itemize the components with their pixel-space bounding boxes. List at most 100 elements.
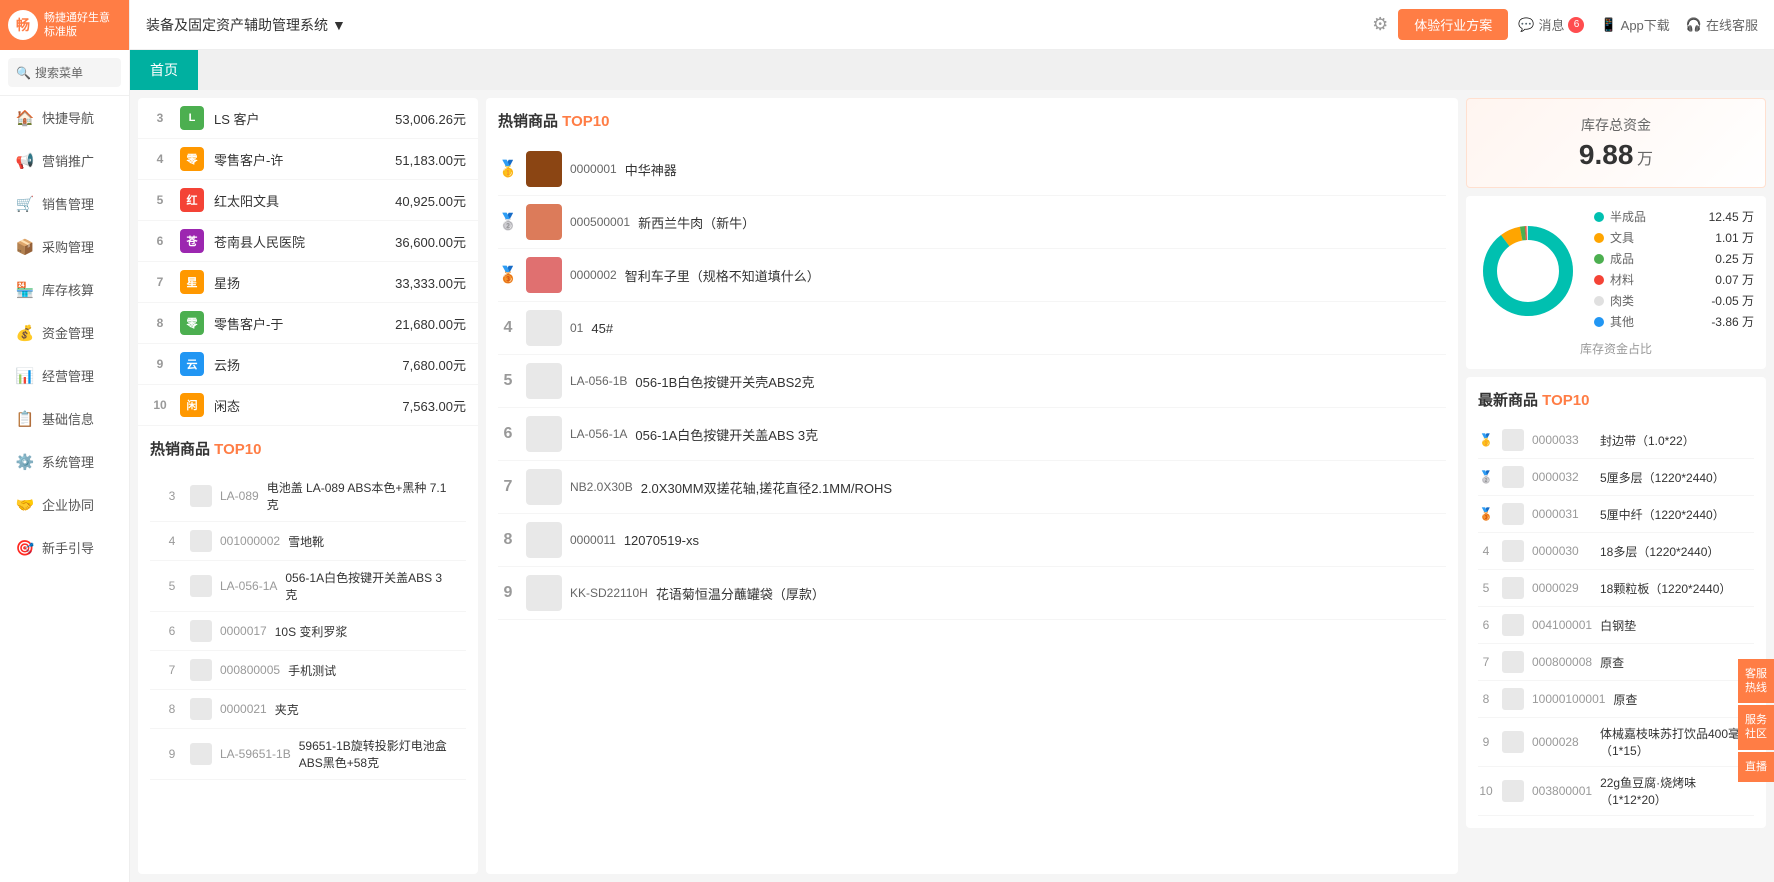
hot-products-list: 🥇 0000001 中华神器 🥈 000500001 新西兰牛肉（新牛） 🥉 0… <box>498 143 1446 620</box>
rank-amount: 40,925.00元 <box>395 191 466 210</box>
product-code: 000500001 <box>570 215 630 229</box>
sidebar-item-marketing[interactable]: 📢 营销推广 <box>0 139 129 182</box>
left-panel: 3 L LS 客户 53,006.26元 4 零 零售客户-许 51,183.0… <box>138 98 478 874</box>
new-product-rank: 🥉 <box>1478 507 1494 521</box>
hot-items-section: 热销商品 TOP10 3 LA-089 电池盖 LA-089 ABS本色+黑种 … <box>138 426 478 792</box>
hot-item-row: 7 000800005 手机测试 <box>150 651 466 690</box>
donut-container: 半成品 12.45 万 文具 1.01 万 成品 0.25 万 <box>1478 208 1754 334</box>
search-menu-button[interactable]: 🔍 搜索菜单 <box>8 58 121 87</box>
new-product-code: 004100001 <box>1532 618 1592 632</box>
donut-chart-svg <box>1478 221 1578 321</box>
trial-button[interactable]: 体验行业方案 <box>1398 9 1508 40</box>
new-product-code: 0000029 <box>1532 581 1592 595</box>
rank-amount: 51,183.00元 <box>395 150 466 169</box>
new-product-name: 5厘多层（1220*2440） <box>1600 469 1754 486</box>
hot-product-item: 🥈 000500001 新西兰牛肉（新牛） <box>498 196 1446 249</box>
cs-buttons: 客服热线 服务社区 直播 <box>1738 659 1774 782</box>
cs-service-button[interactable]: 服务社区 <box>1738 705 1774 750</box>
hot-item-icon <box>190 620 212 642</box>
new-product-code: 003800001 <box>1532 784 1592 798</box>
hot-item-icon <box>190 485 212 507</box>
app-download-button[interactable]: 📱 App下载 <box>1600 15 1669 34</box>
hot-item-row: 4 001000002 雪地靴 <box>150 522 466 561</box>
hot-item-name: 电池盖 LA-089 ABS本色+黑种 7.1克 <box>267 479 454 513</box>
rank-number: 9 <box>150 354 170 374</box>
new-product-rank: 9 <box>1478 735 1494 749</box>
sidebar: 畅 畅捷通好生意 标准版 🔍 搜索菜单 🏠 快捷导航 📢 营销推广 🛒 销售管理… <box>0 0 130 882</box>
new-product-code: 000800008 <box>1532 655 1592 669</box>
message-icon: 💬 <box>1518 17 1534 33</box>
new-product-item: 9 0000028 体械嘉枝味苏打饮品400毫升（1*15） <box>1478 718 1754 767</box>
rank-number: 5 <box>150 190 170 210</box>
product-rank-number: 7 <box>498 477 518 497</box>
sidebar-item-company[interactable]: 🤝 企业协同 <box>0 483 129 526</box>
sidebar-item-purchase[interactable]: 📦 采购管理 <box>0 225 129 268</box>
new-product-name: 封边带（1.0*22） <box>1600 432 1754 449</box>
legend-item-semifinished: 半成品 12.45 万 <box>1594 208 1754 225</box>
new-product-item: 8 10000100001 原查 <box>1478 681 1754 718</box>
rank-amount: 21,680.00元 <box>395 314 466 333</box>
home-icon: 🏠 <box>16 109 34 127</box>
product-code: LA-056-1B <box>570 374 627 388</box>
sidebar-item-stock[interactable]: 🏪 库存核算 <box>0 268 129 311</box>
rank-amount: 7,563.00元 <box>402 396 466 415</box>
tab-home[interactable]: 首页 <box>130 50 198 90</box>
product-rank-number: 🥇 <box>498 159 518 179</box>
chart-icon: 📊 <box>16 367 34 385</box>
system-name-dropdown[interactable]: 装备及固定资产辅助管理系统 ▼ <box>146 15 1362 35</box>
header: 装备及固定资产辅助管理系统 ▼ ⚙ 体验行业方案 💬 消息 6 📱 App下载 … <box>130 0 1774 50</box>
hot-item-code: LA-59651-1B <box>220 747 291 761</box>
customer-ranking-list: 3 L LS 客户 53,006.26元 4 零 零售客户-许 51,183.0… <box>138 98 478 426</box>
sidebar-item-guide[interactable]: 🎯 新手引导 <box>0 526 129 569</box>
hot-item-icon <box>190 530 212 552</box>
new-product-icon <box>1502 466 1524 488</box>
new-product-name: 22g鱼豆腐·烧烤味（1*12*20） <box>1600 774 1754 808</box>
new-product-item: 5 0000029 18颗粒板（1220*2440） <box>1478 570 1754 607</box>
product-name: 新西兰牛肉（新牛） <box>638 213 755 232</box>
donut-footer-label: 库存资金占比 <box>1478 340 1754 357</box>
new-product-icon <box>1502 540 1524 562</box>
hot-rank-number: 7 <box>162 663 182 677</box>
hot-rank-number: 3 <box>162 489 182 503</box>
product-name: 2.0X30MM双搓花轴,搓花直径2.1MM/ROHS <box>641 478 892 497</box>
product-thumbnail-placeholder <box>526 310 562 346</box>
online-service-button[interactable]: 🎧 在线客服 <box>1686 15 1758 34</box>
product-thumbnail <box>526 257 562 293</box>
cs-hotline-button[interactable]: 客服热线 <box>1738 659 1774 704</box>
stock-total-value: 9.88 <box>1579 139 1634 170</box>
sidebar-item-operation[interactable]: 📊 经营管理 <box>0 354 129 397</box>
new-product-name: 5厘中纤（1220*2440） <box>1600 506 1754 523</box>
stock-total-label: 库存总资金 <box>1483 115 1749 135</box>
sidebar-item-system[interactable]: ⚙️ 系统管理 <box>0 440 129 483</box>
rank-avatar: 红 <box>180 188 204 212</box>
new-product-code: 0000032 <box>1532 470 1592 484</box>
hot-product-item: 6 LA-056-1A 056-1A白色按键开关盖ABS 3克 <box>498 408 1446 461</box>
hot-rank-number: 5 <box>162 579 182 593</box>
legend-item-meat: 肉类 -0.05 万 <box>1594 292 1754 309</box>
hot-item-row: 8 0000021 夹克 <box>150 690 466 729</box>
hot-item-code: 000800005 <box>220 663 280 677</box>
new-product-name: 18多层（1220*2440） <box>1600 543 1754 560</box>
message-button[interactable]: 💬 消息 6 <box>1518 15 1584 34</box>
cs-live-button[interactable]: 直播 <box>1738 752 1774 782</box>
rank-avatar: 云 <box>180 352 204 376</box>
tab-bar: 首页 <box>130 50 1774 90</box>
gear-icon: ⚙️ <box>16 453 34 471</box>
sidebar-search-section: 🔍 搜索菜单 <box>0 50 129 96</box>
product-thumbnail <box>526 204 562 240</box>
hot-item-icon <box>190 698 212 720</box>
hot-product-item: 🥉 0000002 智利车子里（规格不知道填什么） <box>498 249 1446 302</box>
new-product-code: 0000028 <box>1532 735 1592 749</box>
hot-item-code: 0000017 <box>220 624 267 638</box>
settings-icon[interactable]: ⚙ <box>1372 14 1388 35</box>
right-column: 库存总资金 9.88 万 <box>1466 98 1766 874</box>
sidebar-item-sales[interactable]: 🛒 销售管理 <box>0 182 129 225</box>
sidebar-item-finance[interactable]: 💰 资金管理 <box>0 311 129 354</box>
rank-number: 3 <box>150 108 170 128</box>
hot-item-row: 3 LA-089 电池盖 LA-089 ABS本色+黑种 7.1克 <box>150 471 466 522</box>
sidebar-item-basics[interactable]: 📋 基础信息 <box>0 397 129 440</box>
product-name: 花语菊恒温分蘸罐袋（厚款） <box>656 584 825 603</box>
rank-customer-name: 红太阳文具 <box>214 191 385 210</box>
sidebar-item-quick-nav[interactable]: 🏠 快捷导航 <box>0 96 129 139</box>
money-icon: 💰 <box>16 324 34 342</box>
